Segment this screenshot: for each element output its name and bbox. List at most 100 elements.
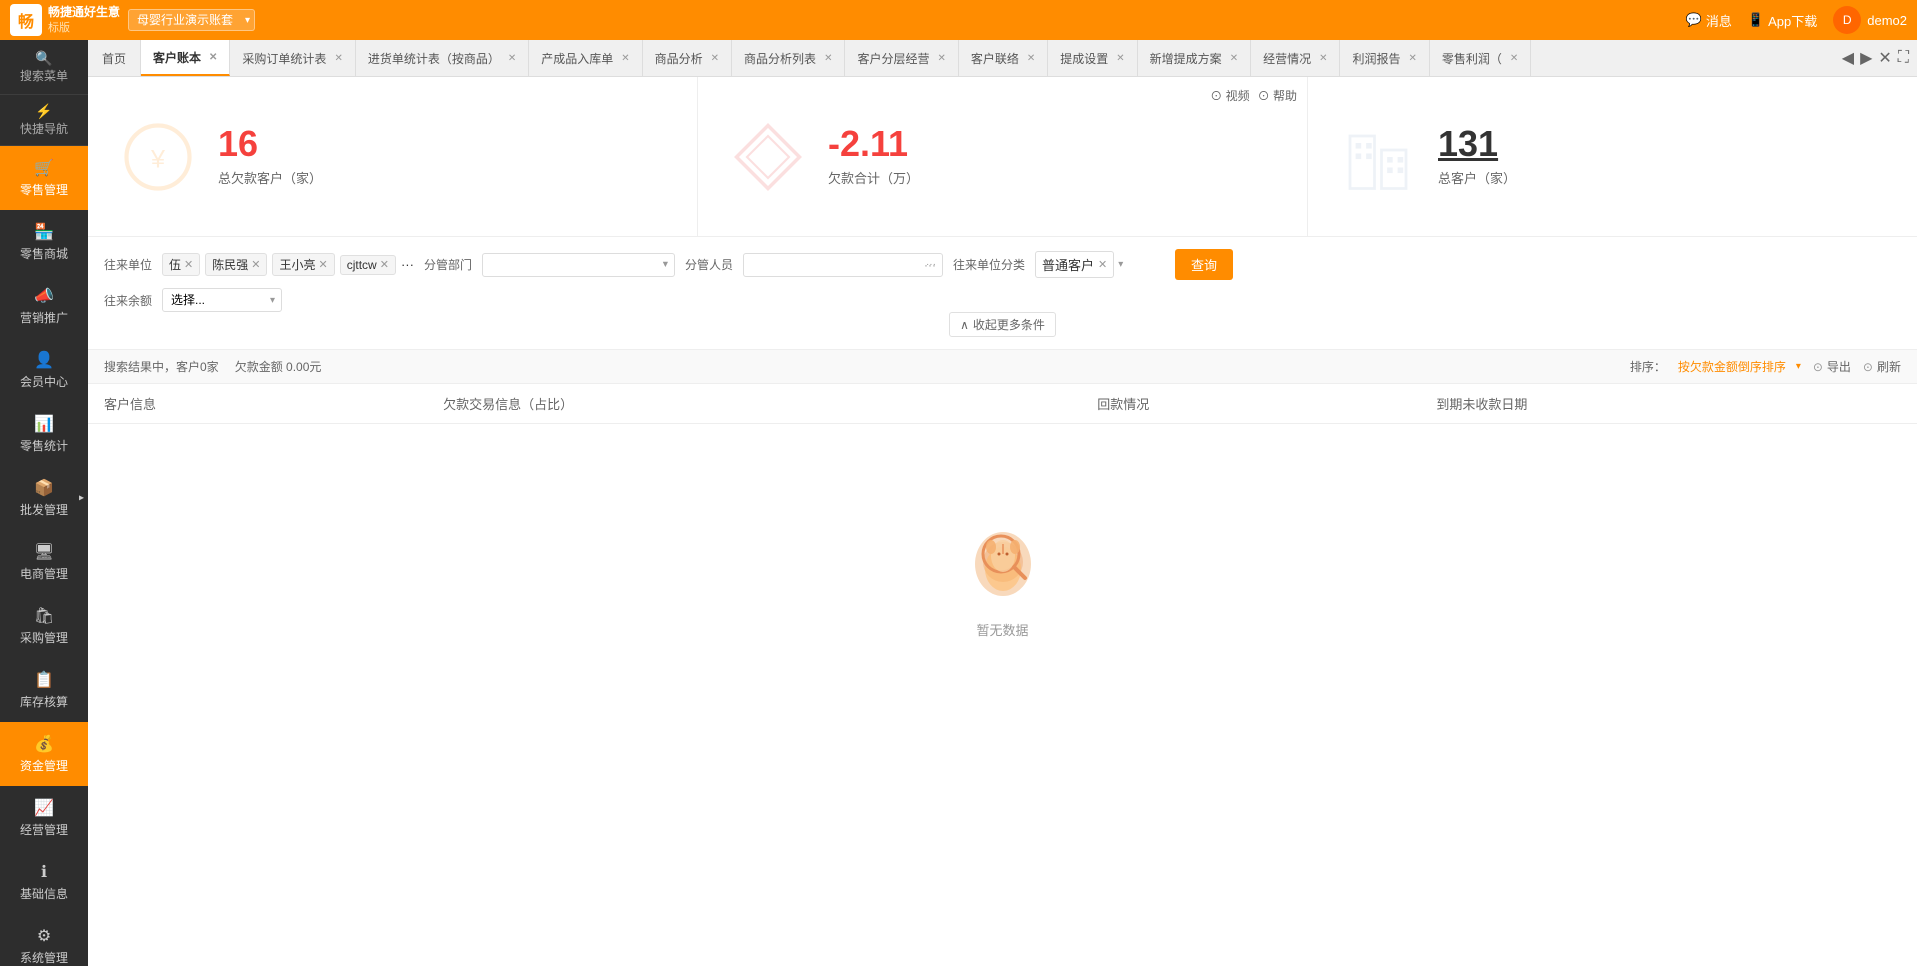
- sidebar-item-finance[interactable]: 💰 资金管理: [0, 722, 88, 786]
- ecommerce-icon: 🖥: [5, 542, 83, 562]
- division-person-label: 分管人员: [685, 256, 733, 273]
- member-icon: 👤: [5, 350, 83, 370]
- tab-bar: 首页 客户账本 ✕ 采购订单统计表 ✕ 进货单统计表（按商品） ✕ 产成品入库单…: [88, 40, 1917, 77]
- stat-card-help: ⊙ 视频 ⊙ 帮助: [1210, 87, 1297, 104]
- tab-profit-report[interactable]: 利润报告 ✕: [1340, 40, 1429, 76]
- demo-selector-wrap[interactable]: 母婴行业演示账套: [128, 9, 255, 31]
- download-btn[interactable]: 📱 App下载: [1748, 11, 1817, 30]
- tab-close-product-inbound[interactable]: ✕: [621, 53, 629, 64]
- sys-mgmt-icon: ⚙: [5, 926, 83, 946]
- tab-retail-profit[interactable]: 零售利润（ ✕: [1430, 40, 1531, 76]
- tab-close-customer-segment[interactable]: ✕: [937, 53, 945, 64]
- tab-proposal-settings[interactable]: 提成设置 ✕: [1048, 40, 1137, 76]
- division-dept-input[interactable]: [482, 253, 675, 277]
- sidebar-quick-nav[interactable]: ⚡ 快捷导航: [0, 95, 88, 146]
- tab-fullscreen-btn[interactable]: ⛶: [1898, 49, 1909, 67]
- header-left: 畅 畅捷通好生意 标版 母婴行业演示账套: [10, 4, 255, 36]
- export-icon: ⊙: [1813, 360, 1823, 374]
- tab-next-btn[interactable]: ▶: [1860, 48, 1872, 68]
- tab-operations-status[interactable]: 经营情况 ✕: [1251, 40, 1340, 76]
- sidebar: 🔍 搜索菜单 ⚡ 快捷导航 🛒 零售管理 🏪 零售商城 📣 营销推广 👤 会员中…: [0, 40, 88, 966]
- data-table: 客户信息 欠款交易信息（占比） 回款情况 到期未收款日期: [88, 384, 1917, 424]
- stat-card-overdue-customers: ¥ 16 总欠款客户（家）: [88, 77, 698, 236]
- download-icon: 📱: [1748, 12, 1764, 28]
- unit-category-arrow[interactable]: ▾: [1118, 259, 1123, 270]
- sidebar-item-purchase-mgmt[interactable]: 🛍 采购管理: [0, 594, 88, 658]
- filter-tags: 伍 ✕ 陈民强 ✕ 王小亮 ✕ cjttcw ✕: [162, 253, 414, 276]
- sort-select-wrap: 按欠款金额倒序排序: [1678, 360, 1801, 374]
- tab-close-purchase-order-stats[interactable]: ✕: [334, 53, 342, 64]
- export-btn[interactable]: ⊙ 导出: [1813, 358, 1851, 375]
- tab-customer-segment[interactable]: 客户分层经营 ✕: [845, 40, 958, 76]
- filter-tag-cjttcw: cjttcw ✕: [340, 255, 396, 275]
- sidebar-search[interactable]: 🔍 搜索菜单: [0, 40, 88, 95]
- sidebar-item-sys-mgmt[interactable]: ⚙ 系统管理: [0, 914, 88, 966]
- help-btn[interactable]: ⊙ 帮助: [1258, 87, 1297, 104]
- belong-unit-label: 往来单位: [104, 256, 152, 273]
- sidebar-item-wholesale-mgmt[interactable]: 📦 批发管理: [0, 466, 88, 530]
- filter-tag-wang-close[interactable]: ✕: [319, 258, 328, 271]
- tab-close-customer-ledger[interactable]: ✕: [209, 52, 217, 63]
- building-icon: [1338, 117, 1418, 197]
- unit-category-close[interactable]: ✕: [1098, 258, 1107, 271]
- sidebar-item-operations[interactable]: 📈 经营管理: [0, 786, 88, 850]
- sidebar-item-basic-info[interactable]: ℹ 基础信息: [0, 850, 88, 914]
- header-right: 💬 消息 📱 App下载 D demo2: [1686, 6, 1907, 34]
- tab-close-retail-profit[interactable]: ✕: [1510, 53, 1518, 64]
- tab-customer-ledger[interactable]: 客户账本 ✕: [141, 40, 230, 76]
- tab-inbound-stats-by-product[interactable]: 进货单统计表（按商品） ✕: [356, 40, 529, 76]
- tab-close-proposal-settings[interactable]: ✕: [1116, 53, 1124, 64]
- tab-prev-btn[interactable]: ◀: [1842, 48, 1854, 68]
- filter-tag-more[interactable]: ···: [401, 257, 414, 272]
- empty-icon: [953, 504, 1053, 604]
- filter-tag-chen-close[interactable]: ✕: [251, 258, 260, 271]
- finance-icon: 💰: [5, 734, 83, 754]
- query-button[interactable]: 查询: [1175, 249, 1233, 280]
- tab-product-inbound[interactable]: 产成品入库单 ✕: [529, 40, 642, 76]
- tab-close-customer-contact[interactable]: ✕: [1027, 53, 1035, 64]
- sidebar-item-member-center[interactable]: 👤 会员中心: [0, 338, 88, 402]
- tab-close-inbound-stats[interactable]: ✕: [508, 53, 516, 64]
- filter-tag-wu-close[interactable]: ✕: [184, 258, 193, 271]
- top-header: 畅 畅捷通好生意 标版 母婴行业演示账套 💬 消息 📱 App下载 D demo…: [0, 0, 1917, 40]
- tab-close-all-btn[interactable]: ✕: [1878, 48, 1891, 68]
- sort-select[interactable]: 按欠款金额倒序排序: [1678, 360, 1801, 374]
- tab-product-analysis[interactable]: 商品分析 ✕: [643, 40, 732, 76]
- tab-close-product-analysis[interactable]: ✕: [711, 53, 719, 64]
- sidebar-item-retail-stats[interactable]: 📊 零售统计: [0, 402, 88, 466]
- balance-select[interactable]: 选择...: [162, 288, 282, 312]
- collapse-row: ∧ 收起更多条件: [104, 312, 1901, 337]
- tab-home[interactable]: 首页: [88, 40, 141, 76]
- unit-category-wrap: 普通客户 ✕ ▾: [1035, 251, 1165, 278]
- sidebar-item-marketing[interactable]: 📣 营销推广: [0, 274, 88, 338]
- collapse-arrow-icon: ∧: [960, 318, 969, 332]
- tab-close-profit-report[interactable]: ✕: [1409, 53, 1417, 64]
- col-customer-info: 客户信息: [88, 384, 427, 424]
- filter-row-2: 往来余额 选择...: [104, 288, 1901, 312]
- user-profile[interactable]: D demo2: [1833, 6, 1907, 34]
- tab-customer-contact[interactable]: 客户联络 ✕: [959, 40, 1048, 76]
- balance-select-wrap: 选择...: [162, 288, 282, 312]
- tab-close-operations-status[interactable]: ✕: [1319, 53, 1327, 64]
- message-btn[interactable]: 💬 消息: [1686, 11, 1732, 30]
- demo-selector[interactable]: 母婴行业演示账套: [128, 9, 255, 31]
- overdue-amount-info: 欠款金额 0.00元: [235, 358, 322, 375]
- filter-tag-cjttcw-close[interactable]: ✕: [380, 258, 389, 271]
- tab-new-proposal[interactable]: 新增提成方案 ✕: [1138, 40, 1251, 76]
- main-layout: 🔍 搜索菜单 ⚡ 快捷导航 🛒 零售管理 🏪 零售商城 📣 营销推广 👤 会员中…: [0, 40, 1917, 966]
- collapse-btn[interactable]: ∧ 收起更多条件: [949, 312, 1056, 337]
- tab-close-new-proposal[interactable]: ✕: [1230, 53, 1238, 64]
- refresh-btn[interactable]: ⊙ 刷新: [1863, 358, 1901, 375]
- inventory-icon: 📋: [5, 670, 83, 690]
- tab-close-product-analysis-list[interactable]: ✕: [824, 53, 832, 64]
- sidebar-item-inventory[interactable]: 📋 库存核算: [0, 658, 88, 722]
- video-help-btn[interactable]: ⊙ 视频: [1210, 87, 1249, 104]
- tab-purchase-order-stats[interactable]: 采购订单统计表 ✕: [230, 40, 355, 76]
- sidebar-item-retail-mgmt[interactable]: 🛒 零售管理: [0, 146, 88, 210]
- sort-label: 排序：: [1630, 358, 1666, 375]
- sidebar-item-retail-mall[interactable]: 🏪 零售商城: [0, 210, 88, 274]
- tab-product-analysis-list[interactable]: 商品分析列表 ✕: [732, 40, 845, 76]
- sidebar-item-ecommerce[interactable]: 🖥 电商管理: [0, 530, 88, 594]
- filter-tag-wang: 王小亮 ✕: [272, 253, 334, 276]
- division-person-input[interactable]: [743, 253, 943, 277]
